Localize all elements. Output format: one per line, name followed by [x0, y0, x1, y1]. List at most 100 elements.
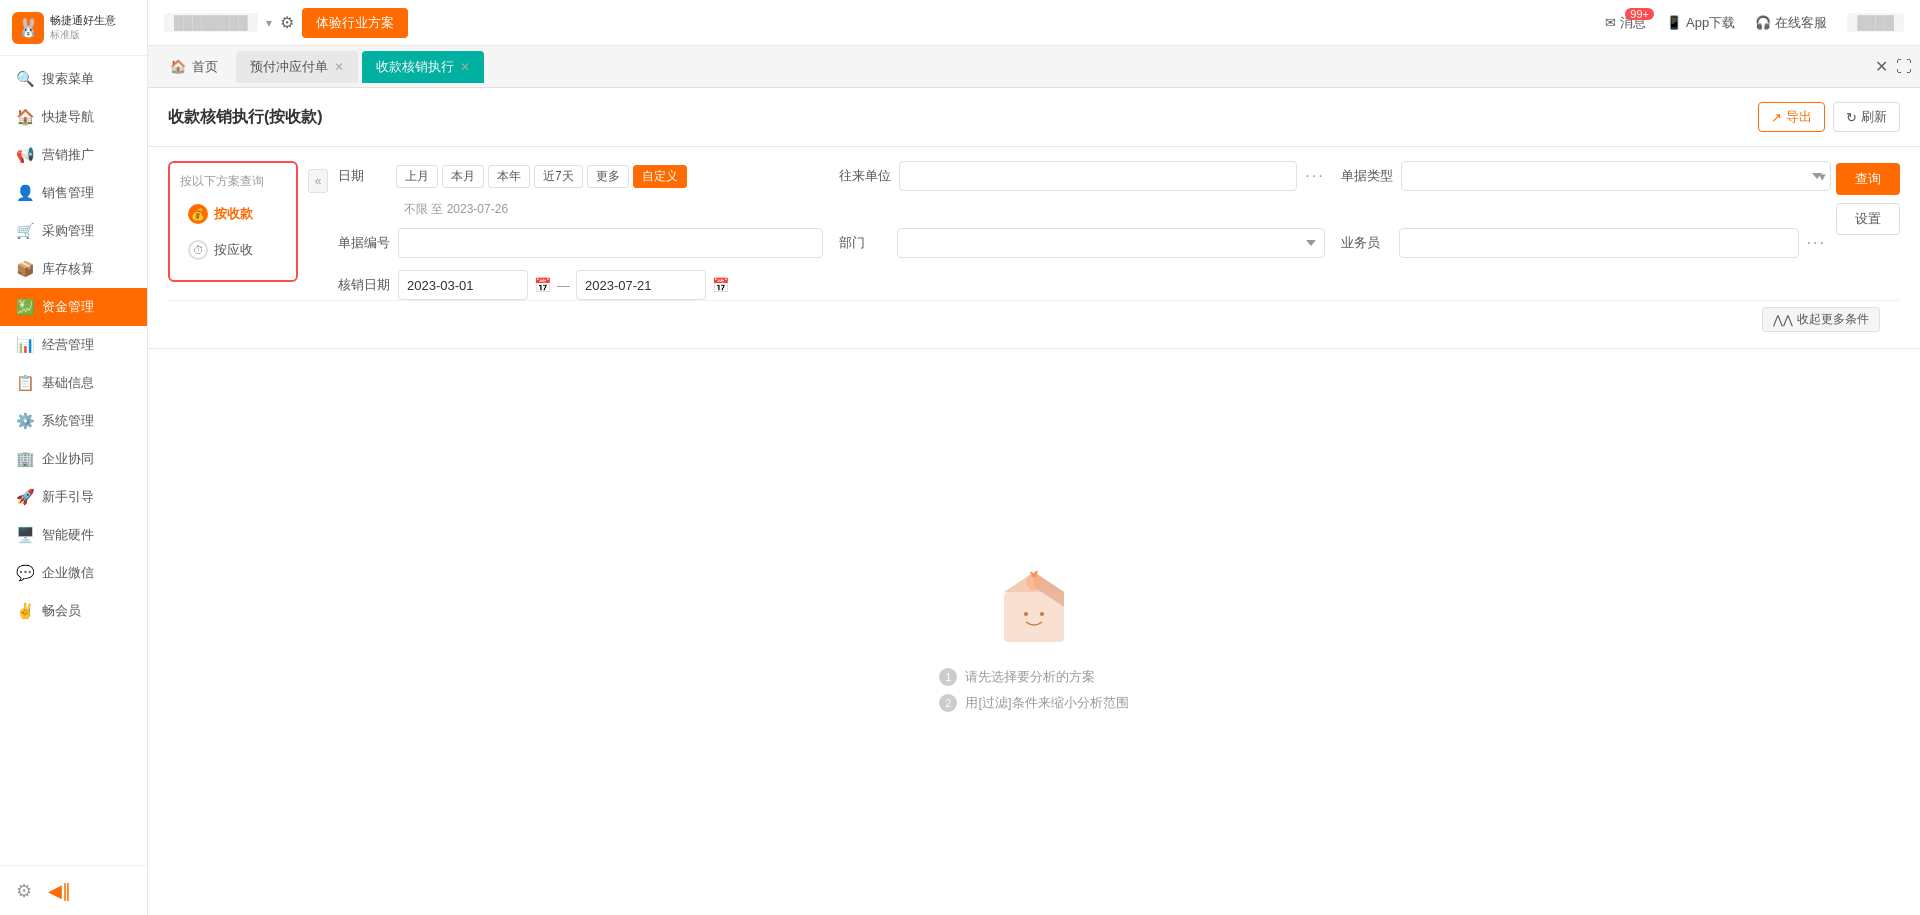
sidebar-item-member[interactable]: ✌️畅会员 — [0, 592, 147, 630]
refresh-button[interactable]: ↻ 刷新 — [1833, 102, 1900, 132]
enterprise-icon: 🏢 — [16, 450, 34, 468]
industry-solution-button[interactable]: 体验行业方案 — [302, 8, 408, 38]
system-icon: ⚙️ — [16, 412, 34, 430]
sidebar-item-inventory[interactable]: 📦库存核算 — [0, 250, 147, 288]
date-btn-more[interactable]: 更多 — [587, 165, 629, 188]
tab-receipts-close[interactable]: ✕ — [460, 60, 470, 74]
sidebar-item-wechat[interactable]: 💬企业微信 — [0, 554, 147, 592]
finance-icon: 💹 — [16, 298, 34, 316]
tab-home[interactable]: 🏠 首页 — [156, 51, 232, 83]
date-btn-7days[interactable]: 近7天 — [534, 165, 583, 188]
verify-date-end-calendar-icon[interactable]: 📅 — [712, 277, 729, 293]
basic-info-icon: 📋 — [16, 374, 34, 392]
message-icon: ✉ — [1605, 15, 1616, 30]
topbar-dropdown-icon[interactable]: ▾ — [266, 16, 272, 30]
home-icon: 🏠 — [170, 59, 186, 74]
staff-picker-button[interactable]: ··· — [1807, 234, 1826, 252]
date-btn-this-year[interactable]: 本年 — [488, 165, 530, 188]
date-filter-row: 日期 上月 本月 本年 近7天 更多 自定义 — [338, 165, 823, 188]
staff-label: 业务员 — [1341, 234, 1391, 252]
dept-select[interactable] — [897, 228, 1324, 258]
staff-input[interactable] — [1399, 228, 1799, 258]
user-profile[interactable]: ████ — [1847, 13, 1904, 32]
sidebar-logo: 🐰 畅捷通好生意 标准版 — [0, 0, 147, 56]
topbar-gear-icon[interactable]: ⚙ — [280, 13, 294, 32]
export-icon: ↗ — [1771, 110, 1782, 125]
counterparty-input[interactable] — [899, 161, 1297, 191]
sidebar-item-sales[interactable]: 👤销售管理 — [0, 174, 147, 212]
doc-no-label: 单据编号 — [338, 234, 390, 252]
filter-by-receipt[interactable]: 💰 按收款 — [180, 198, 286, 230]
verify-date-start-input[interactable] — [398, 270, 528, 300]
tab-prepay-close[interactable]: ✕ — [334, 60, 344, 74]
collapse-sidebar-icon[interactable]: ◀‖ — [48, 880, 71, 902]
sales-icon: 👤 — [16, 184, 34, 202]
sidebar-item-quick-nav[interactable]: 🏠快捷导航 — [0, 98, 147, 136]
counterparty-filter-row: 往来单位 ··· — [839, 161, 1324, 191]
doc-type-select[interactable] — [1401, 161, 1831, 191]
svg-point-8 — [1040, 612, 1044, 616]
export-button[interactable]: ↗ 导出 — [1758, 102, 1825, 132]
date-btn-last-month[interactable]: 上月 — [396, 165, 438, 188]
receipt-icon: 💰 — [188, 204, 208, 224]
tab-prepay[interactable]: 预付冲应付单 ✕ — [236, 51, 358, 83]
doc-type-chevron-icon: ▾ — [1819, 169, 1826, 184]
sidebar-item-operation[interactable]: 📊经营管理 — [0, 326, 147, 364]
verify-date-end-input[interactable] — [576, 270, 706, 300]
empty-hint-2: 2 用[过滤]条件来缩小分析范围 — [939, 694, 1128, 712]
sidebar-item-enterprise[interactable]: 🏢企业协同 — [0, 440, 147, 478]
tab-receipts[interactable]: 收款核销执行 ✕ — [362, 51, 484, 83]
online-service-button[interactable]: 🎧 在线客服 — [1755, 14, 1827, 32]
wechat-icon: 💬 — [16, 564, 34, 582]
message-badge: 99+ — [1625, 8, 1654, 20]
sidebar-item-basic-info[interactable]: 📋基础信息 — [0, 364, 147, 402]
more-conditions-bar: ⋀⋀ 收起更多条件 — [168, 300, 1900, 338]
sidebar-item-finance[interactable]: 💹资金管理 — [0, 288, 147, 326]
search-button[interactable]: 查询 — [1836, 163, 1900, 195]
sidebar-item-search-menu[interactable]: 🔍搜索菜单 — [0, 60, 147, 98]
message-button[interactable]: ✉ 消息 99+ — [1605, 14, 1646, 32]
sidebar-item-system[interactable]: ⚙️系统管理 — [0, 402, 147, 440]
verify-date-label: 核销日期 — [338, 276, 390, 294]
staff-filter-row: 业务员 ··· — [1341, 228, 1826, 258]
main-content: ████████ ▾ ⚙ 体验行业方案 ✉ 消息 99+ 📱 App下载 🎧 在… — [148, 0, 1920, 915]
sidebar-footer: ⚙ ◀‖ — [0, 865, 147, 915]
verify-date-start-calendar-icon[interactable]: 📅 — [534, 277, 551, 293]
date-btn-this-month[interactable]: 本月 — [442, 165, 484, 188]
topbar: ████████ ▾ ⚙ 体验行业方案 ✉ 消息 99+ 📱 App下载 🎧 在… — [148, 0, 1920, 46]
filter-container: 按以下方案查询 💰 按收款 ⏱ 按应收 « — [148, 147, 1920, 349]
filter-by-receivable[interactable]: ⏱ 按应收 — [180, 234, 286, 266]
doc-type-label: 单据类型 — [1341, 167, 1393, 185]
collapse-more-button[interactable]: ⋀⋀ 收起更多条件 — [1762, 307, 1880, 332]
settings-icon[interactable]: ⚙ — [16, 880, 32, 902]
page-title: 收款核销执行(按收款) — [168, 107, 323, 142]
counterparty-label: 往来单位 — [839, 167, 891, 185]
dept-filter-row: 部门 — [839, 228, 1324, 258]
date-btn-custom[interactable]: 自定义 — [633, 165, 687, 188]
doc-no-input[interactable] — [398, 228, 823, 258]
filter-scheme-panel: 按以下方案查询 💰 按收款 ⏱ 按应收 — [168, 161, 298, 282]
quick-nav-icon: 🏠 — [16, 108, 34, 126]
empty-hint-1: 1 请先选择要分析的方案 — [939, 668, 1128, 686]
sidebar-item-hardware[interactable]: 🖥️智能硬件 — [0, 516, 147, 554]
sidebar-item-purchase[interactable]: 🛒采购管理 — [0, 212, 147, 250]
sidebar-item-marketing[interactable]: 📢营销推广 — [0, 136, 147, 174]
app-download-button[interactable]: 📱 App下载 — [1666, 14, 1735, 32]
app-logo-icon: 🐰 — [12, 12, 44, 44]
sidebar-item-beginner[interactable]: 🚀新手引导 — [0, 478, 147, 516]
setting-button[interactable]: 设置 — [1836, 203, 1900, 235]
inventory-icon: 📦 — [16, 260, 34, 278]
tab-maximize-button[interactable]: ⛶ — [1896, 57, 1912, 76]
tab-close-window-button[interactable]: ✕ — [1875, 57, 1888, 76]
counterparty-picker-button[interactable]: ··· — [1305, 167, 1324, 185]
mobile-icon: 📱 — [1666, 15, 1682, 30]
collapse-filter-button[interactable]: « — [308, 169, 328, 193]
marketing-icon: 📢 — [16, 146, 34, 164]
date-label: 日期 — [338, 167, 388, 185]
sidebar-nav: 🔍搜索菜单🏠快捷导航📢营销推广👤销售管理🛒采购管理📦库存核算💹资金管理📊经营管理… — [0, 56, 147, 865]
sidebar: 🐰 畅捷通好生意 标准版 🔍搜索菜单🏠快捷导航📢营销推广👤销售管理🛒采购管理📦库… — [0, 0, 148, 915]
page-header: 收款核销执行(按收款) ↗ 导出 ↻ 刷新 — [148, 88, 1920, 147]
empty-state: 1 请先选择要分析的方案 2 用[过滤]条件来缩小分析范围 — [148, 349, 1920, 915]
purchase-icon: 🛒 — [16, 222, 34, 240]
doc-type-filter-row: 单据类型 ▾ — [1341, 161, 1826, 191]
